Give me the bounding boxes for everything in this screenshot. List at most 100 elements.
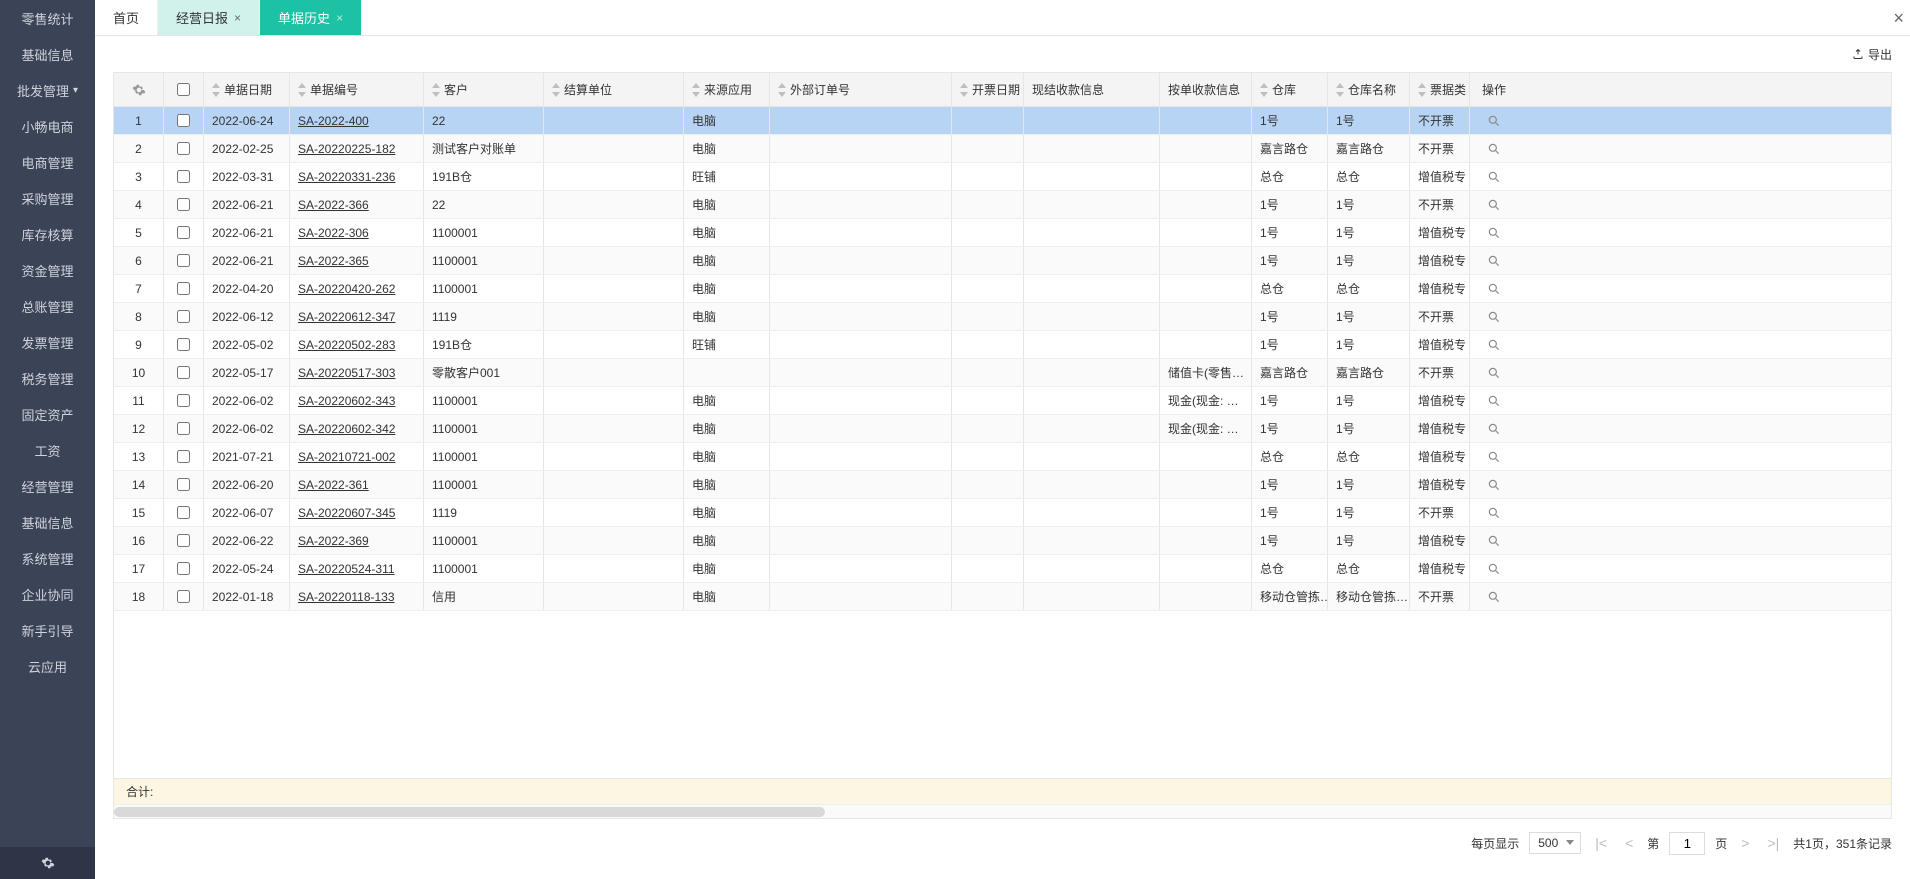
col-sk1[interactable]: 现结收款信息 — [1024, 73, 1160, 106]
col-source[interactable]: 来源应用 — [684, 73, 770, 106]
sort-icon[interactable] — [778, 83, 786, 97]
col-invoice[interactable]: 票据类 — [1410, 73, 1470, 106]
magnify-icon[interactable] — [1487, 450, 1501, 464]
magnify-icon[interactable] — [1487, 422, 1501, 436]
magnify-icon[interactable] — [1487, 254, 1501, 268]
doc-link[interactable]: SA-20220602-342 — [298, 422, 395, 436]
sidebar-item-12[interactable]: 工资 — [0, 432, 95, 468]
scrollbar-thumb[interactable] — [114, 807, 825, 817]
table-row[interactable]: 82022-06-12SA-20220612-3471119电脑1号1号不开票 — [114, 303, 1891, 331]
sidebar-item-10[interactable]: 税务管理 — [0, 360, 95, 396]
row-checkbox[interactable] — [177, 590, 190, 603]
table-row[interactable]: 152022-06-07SA-20220607-3451119电脑1号1号不开票 — [114, 499, 1891, 527]
row-checkbox[interactable] — [177, 450, 190, 463]
sort-icon[interactable] — [1418, 83, 1426, 97]
sidebar-item-13[interactable]: 经营管理 — [0, 468, 95, 504]
page-input[interactable] — [1669, 832, 1705, 855]
table-row[interactable]: 102022-05-17SA-20220517-303零散客户001储值卡(零售… — [114, 359, 1891, 387]
sort-icon[interactable] — [552, 83, 560, 97]
table-row[interactable]: 42022-06-21SA-2022-36622电脑1号1号不开票 — [114, 191, 1891, 219]
last-page-button[interactable]: >| — [1763, 835, 1783, 851]
col-unit[interactable]: 结算单位 — [544, 73, 684, 106]
doc-link[interactable]: SA-20220612-347 — [298, 310, 395, 324]
cell-checkbox[interactable] — [164, 247, 204, 274]
cell-checkbox[interactable] — [164, 583, 204, 610]
sort-icon[interactable] — [692, 83, 700, 97]
col-wh[interactable]: 仓库 — [1252, 73, 1328, 106]
magnify-icon[interactable] — [1487, 534, 1501, 548]
cell-checkbox[interactable] — [164, 275, 204, 302]
col-sk2[interactable]: 按单收款信息 — [1160, 73, 1252, 106]
cell-checkbox[interactable] — [164, 555, 204, 582]
per-page-select[interactable]: 500 — [1529, 832, 1581, 854]
table-row[interactable]: 32022-03-31SA-20220331-236191B仓旺铺总仓总仓增值税… — [114, 163, 1891, 191]
magnify-icon[interactable] — [1487, 226, 1501, 240]
doc-link[interactable]: SA-2022-400 — [298, 114, 369, 128]
table-row[interactable]: 12022-06-24SA-2022-40022电脑1号1号不开票 — [114, 107, 1891, 135]
row-checkbox[interactable] — [177, 170, 190, 183]
sidebar-item-3[interactable]: 小畅电商 — [0, 108, 95, 144]
row-checkbox[interactable] — [177, 338, 190, 351]
doc-link[interactable]: SA-2022-366 — [298, 198, 369, 212]
magnify-icon[interactable] — [1487, 170, 1501, 184]
sort-icon[interactable] — [212, 83, 220, 97]
row-checkbox[interactable] — [177, 282, 190, 295]
doc-link[interactable]: SA-20220502-283 — [298, 338, 395, 352]
row-checkbox[interactable] — [177, 394, 190, 407]
cell-checkbox[interactable] — [164, 163, 204, 190]
doc-link[interactable]: SA-20220607-345 — [298, 506, 395, 520]
row-checkbox[interactable] — [177, 226, 190, 239]
sort-icon[interactable] — [960, 83, 968, 97]
cell-checkbox[interactable] — [164, 415, 204, 442]
cell-checkbox[interactable] — [164, 219, 204, 246]
magnify-icon[interactable] — [1487, 590, 1501, 604]
sidebar-item-0[interactable]: 零售统计 — [0, 0, 95, 36]
row-checkbox[interactable] — [177, 562, 190, 575]
row-checkbox[interactable] — [177, 506, 190, 519]
doc-link[interactable]: SA-2022-361 — [298, 478, 369, 492]
cell-checkbox[interactable] — [164, 107, 204, 134]
col-customer[interactable]: 客户 — [424, 73, 544, 106]
doc-link[interactable]: SA-20220517-303 — [298, 366, 395, 380]
sidebar-item-4[interactable]: 电商管理 — [0, 144, 95, 180]
sidebar-item-5[interactable]: 采购管理 — [0, 180, 95, 216]
sidebar-item-18[interactable]: 云应用 — [0, 648, 95, 684]
cell-checkbox[interactable] — [164, 359, 204, 386]
sort-icon[interactable] — [432, 83, 440, 97]
close-icon[interactable]: × — [336, 11, 343, 25]
sidebar-settings[interactable] — [0, 847, 95, 879]
magnify-icon[interactable] — [1487, 142, 1501, 156]
magnify-icon[interactable] — [1487, 562, 1501, 576]
magnify-icon[interactable] — [1487, 114, 1501, 128]
sidebar-item-14[interactable]: 基础信息 — [0, 504, 95, 540]
table-row[interactable]: 162022-06-22SA-2022-3691100001电脑1号1号增值税专 — [114, 527, 1891, 555]
doc-link[interactable]: SA-2022-306 — [298, 226, 369, 240]
doc-link[interactable]: SA-20220524-311 — [298, 562, 395, 576]
doc-link[interactable]: SA-2022-369 — [298, 534, 369, 548]
row-checkbox[interactable] — [177, 310, 190, 323]
tab-home[interactable]: 首页 — [95, 0, 158, 35]
magnify-icon[interactable] — [1487, 310, 1501, 324]
table-row[interactable]: 112022-06-02SA-20220602-3431100001电脑现金(现… — [114, 387, 1891, 415]
sidebar-item-1[interactable]: 基础信息 — [0, 36, 95, 72]
export-button[interactable]: 导出 — [1852, 46, 1892, 63]
cell-checkbox[interactable] — [164, 499, 204, 526]
cell-checkbox[interactable] — [164, 387, 204, 414]
row-checkbox[interactable] — [177, 534, 190, 547]
sidebar-item-17[interactable]: 新手引导 — [0, 612, 95, 648]
col-settings[interactable] — [114, 73, 164, 106]
sort-icon[interactable] — [298, 83, 306, 97]
doc-link[interactable]: SA-20220225-182 — [298, 142, 395, 156]
magnify-icon[interactable] — [1487, 338, 1501, 352]
col-num[interactable]: 单据编号 — [290, 73, 424, 106]
doc-link[interactable]: SA-20220420-262 — [298, 282, 395, 296]
cell-checkbox[interactable] — [164, 303, 204, 330]
close-icon[interactable]: × — [234, 11, 241, 25]
magnify-icon[interactable] — [1487, 282, 1501, 296]
cell-checkbox[interactable] — [164, 471, 204, 498]
row-checkbox[interactable] — [177, 422, 190, 435]
sort-icon[interactable] — [1336, 83, 1344, 97]
doc-link[interactable]: SA-20210721-002 — [298, 450, 395, 464]
doc-link[interactable]: SA-20220118-133 — [298, 590, 395, 604]
table-row[interactable]: 52022-06-21SA-2022-3061100001电脑1号1号增值税专 — [114, 219, 1891, 247]
